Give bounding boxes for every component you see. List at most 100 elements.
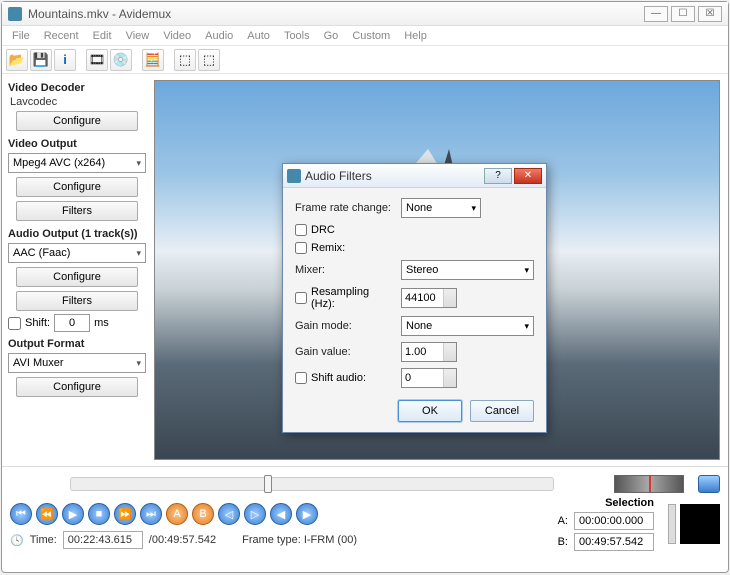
step-fwd-icon[interactable]: ⏩ — [114, 503, 136, 525]
dialog-icon — [287, 169, 301, 183]
audio-filters-dialog: Audio Filters ? ✕ Frame rate change: Non… — [282, 163, 547, 433]
minimize-button[interactable]: — — [644, 6, 668, 22]
audio-output-codec-value: AAC (Faac) — [13, 247, 70, 259]
gain-mode-label: Gain mode: — [295, 320, 395, 332]
drc-label: DRC — [311, 224, 335, 236]
folder-open-icon[interactable]: 📂 — [6, 49, 28, 71]
frame-rate-value: None — [406, 202, 432, 214]
separator — [134, 49, 140, 71]
dialog-help-button[interactable]: ? — [484, 168, 512, 184]
toolbar: 📂 💾 i 🎞 💿 🧮 ⬚ ⬚ — [2, 46, 728, 74]
video-decoder-configure-button[interactable]: Configure — [16, 111, 138, 131]
next-black-icon[interactable]: ▶ — [296, 503, 318, 525]
media-icon[interactable]: 🎞 — [86, 49, 108, 71]
output-format-dropdown[interactable]: AVI Muxer — [8, 353, 146, 373]
time-current-input[interactable]: 00:22:43.615 — [63, 531, 143, 549]
shift-checkbox[interactable] — [8, 317, 21, 330]
mixer-dropdown[interactable]: Stereo — [401, 260, 534, 280]
timeline-slider[interactable] — [70, 477, 554, 491]
resampling-input[interactable]: 44100 — [401, 288, 457, 308]
separator — [78, 49, 84, 71]
next-kf-icon[interactable]: ▷ — [244, 503, 266, 525]
audio-output-configure-button[interactable]: Configure — [16, 267, 138, 287]
output-format-configure-button[interactable]: Configure — [16, 377, 138, 397]
skip-fwd-icon[interactable]: ⏭ — [140, 503, 162, 525]
window-close-button[interactable]: ☒ — [698, 6, 722, 22]
separator — [166, 49, 172, 71]
jog-button[interactable] — [698, 475, 720, 493]
save-icon[interactable]: 💾 — [30, 49, 52, 71]
play-icon[interactable]: ▶ — [62, 503, 84, 525]
preview-thumbnail — [680, 504, 720, 544]
menu-go[interactable]: Go — [318, 28, 345, 44]
dialog-title: Audio Filters — [305, 169, 482, 183]
selection-panel: Selection A: 00:00:00.000 B: 00:49:57.54… — [558, 497, 658, 551]
gain-value-label: Gain value: — [295, 346, 395, 358]
menu-tools[interactable]: Tools — [278, 28, 316, 44]
app-icon — [8, 7, 22, 21]
drc-checkbox[interactable] — [295, 224, 307, 236]
jog-wheel[interactable] — [614, 475, 684, 493]
step-back-icon[interactable]: ⏪ — [36, 503, 58, 525]
menu-file[interactable]: File — [6, 28, 36, 44]
ok-button[interactable]: OK — [398, 400, 462, 422]
video-decoder-title: Video Decoder — [8, 82, 146, 94]
gain-mode-dropdown[interactable]: None — [401, 316, 534, 336]
menu-audio[interactable]: Audio — [199, 28, 239, 44]
menubar: File Recent Edit View Video Audio Auto T… — [2, 26, 728, 46]
info-icon[interactable]: i — [54, 49, 76, 71]
mark-a-icon[interactable]: A — [166, 503, 188, 525]
shift-value-input[interactable]: 0 — [54, 314, 90, 332]
slider-thumb[interactable] — [264, 475, 272, 493]
prev-kf-icon[interactable]: ◁ — [218, 503, 240, 525]
gain-mode-value: None — [406, 320, 432, 332]
dialog-body: Frame rate change: None DRC Remix: Mixer… — [283, 188, 546, 432]
selection-b-label: B: — [558, 536, 568, 548]
time-total: /00:49:57.542 — [149, 534, 216, 546]
dialog-titlebar: Audio Filters ? ✕ — [283, 164, 546, 188]
cancel-button[interactable]: Cancel — [470, 400, 534, 422]
stop-icon[interactable]: ■ — [88, 503, 110, 525]
dialog-close-button[interactable]: ✕ — [514, 168, 542, 184]
frame-type: Frame type: I-FRM (00) — [242, 534, 357, 546]
audio-output-title: Audio Output (1 track(s)) — [8, 228, 146, 240]
menu-auto[interactable]: Auto — [241, 28, 276, 44]
output-format-title: Output Format — [8, 338, 146, 350]
window-b-icon[interactable]: ⬚ — [198, 49, 220, 71]
gain-value-input[interactable]: 1.00 — [401, 342, 457, 362]
window-title: Mountains.mkv - Avidemux — [28, 7, 641, 21]
selection-a-value: 00:00:00.000 — [574, 512, 654, 530]
window-a-icon[interactable]: ⬚ — [174, 49, 196, 71]
video-output-codec-dropdown[interactable]: Mpeg4 AVC (x264) — [8, 153, 146, 173]
volume-slider[interactable] — [668, 504, 676, 544]
remix-checkbox[interactable] — [295, 242, 307, 254]
shift-audio-label: Shift audio: — [311, 372, 366, 384]
menu-custom[interactable]: Custom — [346, 28, 396, 44]
video-output-filters-button[interactable]: Filters — [16, 201, 138, 221]
video-output-configure-button[interactable]: Configure — [16, 177, 138, 197]
audio-output-codec-dropdown[interactable]: AAC (Faac) — [8, 243, 146, 263]
selection-b-value: 00:49:57.542 — [574, 533, 654, 551]
shift-audio-input[interactable]: 0 — [401, 368, 457, 388]
menu-recent[interactable]: Recent — [38, 28, 85, 44]
menu-help[interactable]: Help — [398, 28, 433, 44]
mark-b-icon[interactable]: B — [192, 503, 214, 525]
mixer-label: Mixer: — [295, 264, 395, 276]
prev-black-icon[interactable]: ◀ — [270, 503, 292, 525]
menu-video[interactable]: Video — [157, 28, 197, 44]
clock-icon: 🕓 — [10, 534, 24, 547]
audio-output-filters-button[interactable]: Filters — [16, 291, 138, 311]
skip-back-icon[interactable]: ⏮ — [10, 503, 32, 525]
calculator-icon[interactable]: 🧮 — [142, 49, 164, 71]
menu-edit[interactable]: Edit — [87, 28, 118, 44]
remix-label: Remix: — [311, 242, 345, 254]
titlebar: Mountains.mkv - Avidemux — ☐ ☒ — [2, 2, 728, 26]
shift-audio-checkbox[interactable] — [295, 372, 307, 384]
maximize-button[interactable]: ☐ — [671, 6, 695, 22]
resampling-checkbox[interactable] — [295, 292, 307, 304]
time-bar: 🕓 Time: 00:22:43.615 /00:49:57.542 Frame… — [10, 531, 558, 549]
frame-rate-dropdown[interactable]: None — [401, 198, 481, 218]
sidebar: Video Decoder Lavcodec Configure Video O… — [2, 74, 152, 466]
disc-icon[interactable]: 💿 — [110, 49, 132, 71]
menu-view[interactable]: View — [120, 28, 156, 44]
